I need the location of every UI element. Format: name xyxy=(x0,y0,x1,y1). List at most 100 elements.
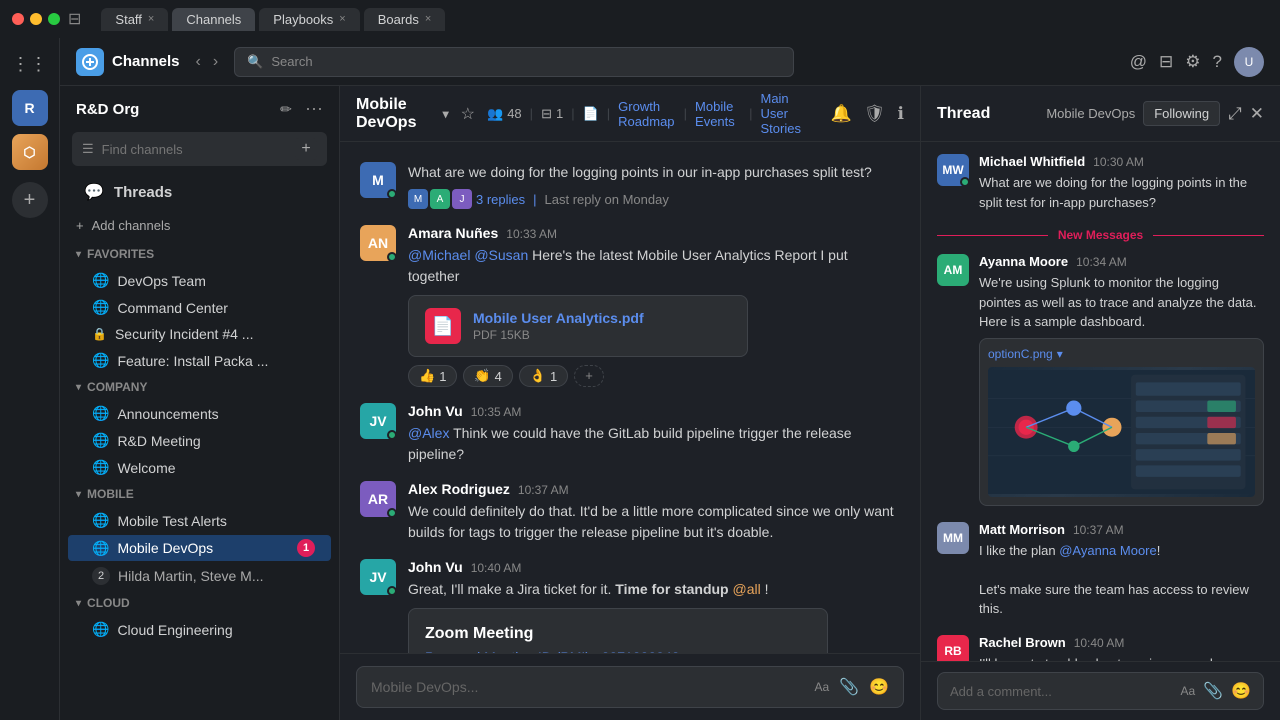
channel-link-mobile-events[interactable]: Mobile Events xyxy=(695,99,741,129)
file-attachment: 📄 Mobile User Analytics.pdf PDF 15KB xyxy=(408,295,748,357)
thread-attach-icon[interactable]: 📎 xyxy=(1203,681,1223,701)
channel-shield-icon[interactable]: 🛡 xyxy=(864,104,886,124)
channel-files-button[interactable]: 📄 xyxy=(583,106,599,122)
add-channels-button[interactable]: + Add channels xyxy=(60,210,339,241)
section-cloud[interactable]: ▾ CLOUD xyxy=(60,590,339,616)
help-icon[interactable]: ? xyxy=(1213,52,1222,72)
mention-ayanna[interactable]: @Ayanna Moore xyxy=(1059,543,1157,558)
channel-announcements[interactable]: 🌐 Announcements xyxy=(68,401,331,426)
reply-avatar-3: J xyxy=(452,189,472,209)
workspace-icon-1[interactable]: R xyxy=(12,90,48,126)
user-avatar[interactable]: U xyxy=(1234,47,1264,77)
channel-welcome[interactable]: 🌐 Welcome xyxy=(68,455,331,480)
channel-dropdown-icon[interactable]: ▾ xyxy=(443,107,449,121)
thread-comment-input[interactable] xyxy=(950,684,1172,699)
dm-hilda-steve[interactable]: 2 Hilda Martin, Steve M... xyxy=(68,563,331,589)
mention-susan[interactable]: @Susan xyxy=(474,247,528,263)
expand-thread-icon[interactable]: ⤢ xyxy=(1228,104,1242,124)
reaction-thumbsup[interactable]: 👍 1 xyxy=(408,365,457,387)
add-channel-button[interactable]: + xyxy=(295,138,317,160)
find-channels-input[interactable] xyxy=(102,142,287,157)
channel-info-icon[interactable]: ℹ xyxy=(898,104,904,124)
traffic-lights xyxy=(12,13,60,25)
channel-feature-install[interactable]: 🌐 Feature: Install Packa ... xyxy=(68,348,331,373)
section-favorites[interactable]: ▾ FAVORITES xyxy=(60,241,339,267)
tab-boards-close[interactable]: × xyxy=(425,13,431,25)
back-button[interactable]: ‹ xyxy=(192,49,205,75)
avatar: AN xyxy=(360,225,396,261)
search-bar[interactable]: 🔍 Search xyxy=(234,47,794,77)
tab-boards[interactable]: Boards × xyxy=(364,8,446,31)
mention-alex[interactable]: @Alex xyxy=(408,425,449,441)
bookmark-icon[interactable]: ⊟ xyxy=(1159,52,1173,72)
avatar: MM xyxy=(937,522,969,554)
channel-security-incident[interactable]: 🔒 Security Incident #4 ... xyxy=(68,322,331,346)
add-workspace-button[interactable]: + xyxy=(12,182,48,218)
reply-count: 3 replies xyxy=(476,192,525,207)
message-header-2: Amara Nuñes 10:33 AM xyxy=(408,225,900,241)
attach-icon[interactable]: 📎 xyxy=(839,677,859,697)
table-row: AN Amara Nuñes 10:33 AM @Michael xyxy=(340,221,920,391)
workspace-icon-2[interactable]: ⬡ xyxy=(12,134,48,170)
channel-bookmark-button[interactable]: ⊟ 1 xyxy=(541,106,563,122)
channel-link-user-stories[interactable]: Main User Stories xyxy=(760,91,818,136)
section-company[interactable]: ▾ COMPANY xyxy=(60,374,339,400)
mention-michael[interactable]: @Michael xyxy=(408,247,470,263)
maximize-button[interactable] xyxy=(48,13,60,25)
channel-members-button[interactable]: 👥 48 xyxy=(487,106,522,122)
apps-icon[interactable]: ⋮⋮ xyxy=(12,46,48,82)
avatar: MW xyxy=(937,154,969,186)
close-button[interactable] xyxy=(12,13,24,25)
settings-icon[interactable]: ⚙ xyxy=(1185,52,1200,72)
company-chevron-icon: ▾ xyxy=(76,382,81,393)
reaction-ok[interactable]: 👌 1 xyxy=(519,365,568,387)
compose-icon[interactable]: ✏ xyxy=(275,98,297,120)
channel-rnd-meeting[interactable]: 🌐 R&D Meeting xyxy=(68,428,331,453)
message-body-2: Amara Nuñes 10:33 AM @Michael @Susan Her… xyxy=(408,225,900,387)
channel-mobile-devops[interactable]: 🌐 Mobile DevOps 1 xyxy=(68,535,331,561)
close-thread-icon[interactable]: ✕ xyxy=(1250,104,1264,124)
brand: Channels xyxy=(76,48,180,76)
channel-members-count: 48 xyxy=(507,106,521,121)
message-input[interactable] xyxy=(371,679,804,695)
channel-mobile-test-alerts[interactable]: 🌐 Mobile Test Alerts xyxy=(68,508,331,533)
channel-actions: 🔔 🛡 ℹ xyxy=(831,104,904,124)
channel-cloud-engineering[interactable]: 🌐 Cloud Engineering xyxy=(68,617,331,642)
sidebar-item-threads[interactable]: 💬 Threads xyxy=(68,174,331,210)
tab-playbooks[interactable]: Playbooks × xyxy=(259,8,359,31)
following-button[interactable]: Following xyxy=(1143,101,1220,126)
forward-button[interactable]: › xyxy=(209,49,222,75)
add-reaction-button[interactable]: + xyxy=(574,365,604,387)
emoji-icon[interactable]: 😊 xyxy=(869,677,889,697)
online-indicator xyxy=(387,252,397,262)
channel-mute-icon[interactable]: 🔔 xyxy=(831,104,852,124)
tab-playbooks-close[interactable]: × xyxy=(339,13,345,25)
reaction-clap[interactable]: 👏 4 xyxy=(463,365,512,387)
at-icon[interactable]: @ xyxy=(1130,52,1147,72)
globe-icon: 🌐 xyxy=(92,512,109,529)
channel-devops-team[interactable]: 🌐 DevOps Team xyxy=(68,268,331,293)
thread-replies-button[interactable]: M A J 3 replies | Last reply on Monday xyxy=(408,189,900,209)
image-filename[interactable]: optionC.png ▾ xyxy=(988,347,1255,361)
tab-staff[interactable]: Staff × xyxy=(101,8,168,31)
reactions-container: 👍 1 👏 4 👌 1 xyxy=(408,365,900,387)
thread-author-3: Matt Morrison xyxy=(979,522,1065,537)
file-name[interactable]: Mobile User Analytics.pdf xyxy=(473,310,731,326)
channel-main: Mobile DevOps ▾ ☆ 👥 48 | ⊟ 1 xyxy=(340,86,920,720)
message-time-3: 10:35 AM xyxy=(471,405,522,419)
sidebar-more-icon[interactable]: ⋯ xyxy=(305,99,323,120)
mobile-chevron-icon: ▾ xyxy=(76,489,81,500)
thread-emoji-icon[interactable]: 😊 xyxy=(1231,681,1251,701)
channel-star-icon[interactable]: ☆ xyxy=(461,104,475,124)
tab-channels[interactable]: Channels xyxy=(172,8,255,31)
mention-all[interactable]: @all xyxy=(733,581,761,597)
minimize-button[interactable] xyxy=(30,13,42,25)
channel-mobile-test-alerts-label: Mobile Test Alerts xyxy=(117,513,315,529)
files-icon: 📄 xyxy=(583,106,599,122)
channel-devops-team-label: DevOps Team xyxy=(117,273,315,289)
tab-staff-close[interactable]: × xyxy=(148,13,154,25)
reply-avatar-1: M xyxy=(408,189,428,209)
section-mobile[interactable]: ▾ MOBILE xyxy=(60,481,339,507)
channel-link-growth-roadmap[interactable]: Growth Roadmap xyxy=(618,99,675,129)
channel-command-center[interactable]: 🌐 Command Center xyxy=(68,295,331,320)
